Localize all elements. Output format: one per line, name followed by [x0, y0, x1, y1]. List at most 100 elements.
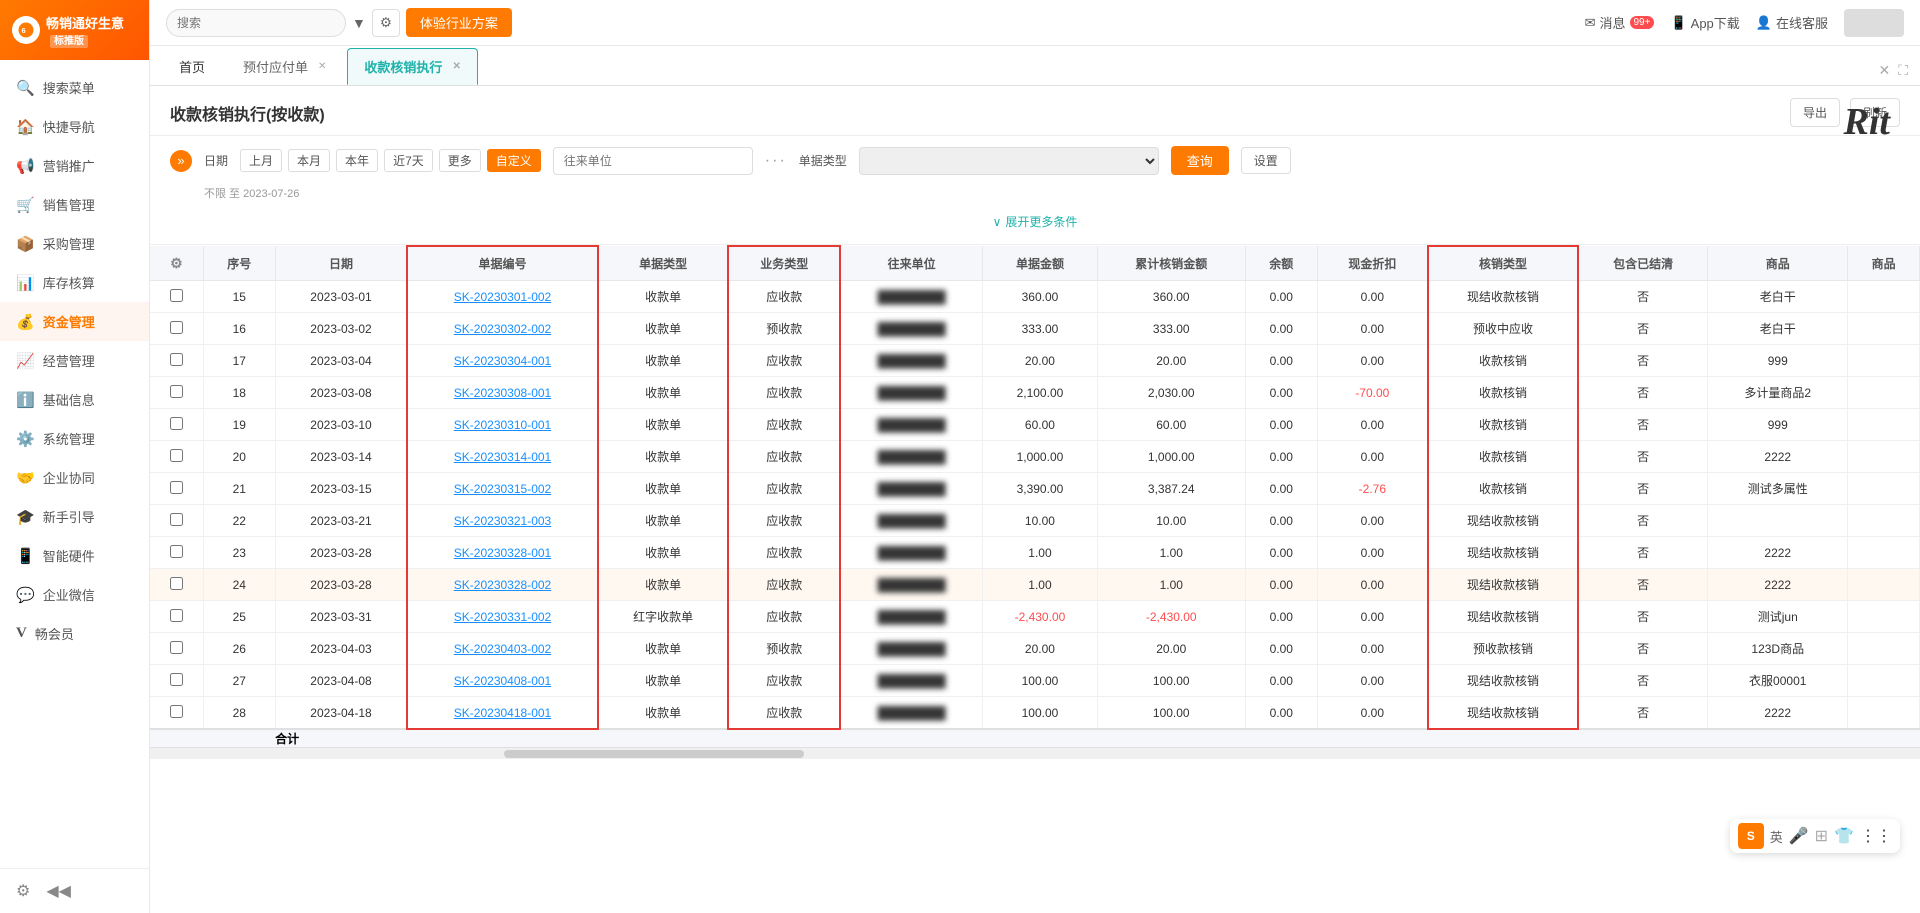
tab-collection[interactable]: 收款核销执行 ✕ — [347, 48, 477, 85]
sidebar-item-marketing[interactable]: 📢 营销推广 — [0, 146, 149, 185]
row-checkbox[interactable] — [150, 697, 203, 730]
row-bill-no[interactable]: SK-20230328-001 — [407, 537, 597, 569]
sidebar-item-inventory[interactable]: 📊 库存核算 — [0, 263, 149, 302]
row-bill-no-link[interactable]: SK-20230302-002 — [454, 322, 551, 336]
close-all-icon[interactable]: ✕ — [1878, 62, 1890, 79]
export-btn[interactable]: 导出 — [1790, 98, 1840, 127]
row-select-checkbox[interactable] — [170, 641, 183, 654]
row-checkbox[interactable] — [150, 409, 203, 441]
float-grid-icon[interactable]: ⊞ — [1815, 826, 1828, 846]
row-bill-no-link[interactable]: SK-20230308-001 — [454, 386, 551, 400]
query-btn[interactable]: 查询 — [1171, 146, 1229, 175]
row-checkbox[interactable] — [150, 505, 203, 537]
expand-more-btn[interactable]: ∨ 展开更多条件 — [993, 213, 1078, 230]
partner-input[interactable] — [553, 147, 753, 175]
collapse-icon[interactable]: ◀◀ — [46, 881, 71, 901]
expand-icon[interactable]: ⛶ — [1898, 62, 1908, 79]
row-bill-no[interactable]: SK-20230328-002 — [407, 569, 597, 601]
tab-preorder[interactable]: 预付应付单 ✕ — [226, 48, 343, 85]
row-bill-no[interactable]: SK-20230314-001 — [407, 441, 597, 473]
float-shirt-icon[interactable]: 👕 — [1834, 826, 1854, 846]
sidebar-item-smart-hw[interactable]: 📱 智能硬件 — [0, 536, 149, 575]
float-apps-icon[interactable]: ⋮⋮ — [1860, 826, 1892, 846]
sidebar-item-vip[interactable]: V 畅会员 — [0, 614, 149, 653]
row-checkbox[interactable] — [150, 569, 203, 601]
row-bill-no[interactable]: SK-20230331-002 — [407, 601, 597, 633]
row-bill-no-link[interactable]: SK-20230328-001 — [454, 546, 551, 560]
sidebar-item-search[interactable]: 🔍 搜索菜单 — [0, 68, 149, 107]
row-checkbox[interactable] — [150, 537, 203, 569]
row-select-checkbox[interactable] — [170, 609, 183, 622]
sidebar-item-operations[interactable]: 📈 经营管理 — [0, 341, 149, 380]
scrollbar-thumb[interactable] — [504, 750, 804, 758]
user-avatar[interactable] — [1844, 9, 1904, 37]
bill-type-select[interactable] — [859, 147, 1159, 175]
this-year-btn[interactable]: 本年 — [336, 149, 378, 172]
row-checkbox[interactable] — [150, 441, 203, 473]
row-bill-no-link[interactable]: SK-20230331-002 — [454, 610, 551, 624]
row-bill-no[interactable]: SK-20230403-002 — [407, 633, 597, 665]
row-bill-no-link[interactable]: SK-20230301-002 — [454, 290, 551, 304]
row-bill-no-link[interactable]: SK-20230328-002 — [454, 578, 551, 592]
search-input[interactable] — [166, 9, 346, 37]
row-select-checkbox[interactable] — [170, 673, 183, 686]
float-mic-icon[interactable]: 🎤 — [1789, 826, 1809, 846]
row-bill-no-link[interactable]: SK-20230304-001 — [454, 354, 551, 368]
row-checkbox[interactable] — [150, 473, 203, 505]
table-settings-btn[interactable]: 设置 — [1241, 147, 1291, 174]
tab-home[interactable]: 首页 — [162, 48, 222, 85]
tab-collection-close[interactable]: ✕ — [452, 61, 460, 72]
sidebar-item-purchase[interactable]: 📦 采购管理 — [0, 224, 149, 263]
row-checkbox[interactable] — [150, 345, 203, 377]
row-bill-no[interactable]: SK-20230321-003 — [407, 505, 597, 537]
row-select-checkbox[interactable] — [170, 513, 183, 526]
row-bill-no[interactable]: SK-20230302-002 — [407, 313, 597, 345]
row-select-checkbox[interactable] — [170, 417, 183, 430]
refresh-btn[interactable]: 刷新 — [1850, 98, 1900, 127]
row-bill-no-link[interactable]: SK-20230310-001 — [454, 418, 551, 432]
row-bill-no-link[interactable]: SK-20230418-001 — [454, 706, 551, 720]
online-service[interactable]: 👤 在线客服 — [1756, 13, 1828, 32]
sidebar-item-corp-wx[interactable]: 💬 企业微信 — [0, 575, 149, 614]
dropdown-btn[interactable]: ▼ — [352, 15, 366, 31]
row-bill-no[interactable]: SK-20230310-001 — [407, 409, 597, 441]
row-checkbox[interactable] — [150, 281, 203, 313]
row-select-checkbox[interactable] — [170, 449, 183, 462]
row-select-checkbox[interactable] — [170, 481, 183, 494]
industry-btn[interactable]: 体验行业方案 — [406, 8, 512, 37]
row-checkbox[interactable] — [150, 601, 203, 633]
sidebar-item-quick-nav[interactable]: 🏠 快捷导航 — [0, 107, 149, 146]
row-select-checkbox[interactable] — [170, 577, 183, 590]
row-select-checkbox[interactable] — [170, 385, 183, 398]
sidebar-item-system[interactable]: ⚙️ 系统管理 — [0, 419, 149, 458]
sidebar-item-sales[interactable]: 🛒 销售管理 — [0, 185, 149, 224]
row-select-checkbox[interactable] — [170, 321, 183, 334]
sidebar-item-finance[interactable]: 💰 资金管理 — [0, 302, 149, 341]
row-bill-no-link[interactable]: SK-20230403-002 — [454, 642, 551, 656]
settings-footer-icon[interactable]: ⚙ — [16, 881, 30, 901]
settings-gear-btn[interactable]: ⚙ — [372, 9, 400, 37]
row-bill-no[interactable]: SK-20230301-002 — [407, 281, 597, 313]
more-date-btn[interactable]: 更多 — [439, 149, 481, 172]
row-bill-no-link[interactable]: SK-20230408-001 — [454, 674, 551, 688]
row-bill-no[interactable]: SK-20230408-001 — [407, 665, 597, 697]
row-bill-no[interactable]: SK-20230418-001 — [407, 697, 597, 730]
message-badge[interactable]: ✉ 消息 99+ — [1585, 13, 1655, 32]
last-7-days-btn[interactable]: 近7天 — [384, 149, 433, 172]
sidebar-item-basic-info[interactable]: ℹ️ 基础信息 — [0, 380, 149, 419]
app-download[interactable]: 📱 App下载 — [1670, 13, 1739, 32]
scrollbar-area[interactable] — [150, 747, 1920, 759]
this-month-btn[interactable]: 本月 — [288, 149, 330, 172]
col-gear[interactable]: ⚙ — [150, 246, 203, 281]
row-select-checkbox[interactable] — [170, 289, 183, 302]
row-checkbox[interactable] — [150, 665, 203, 697]
sidebar-item-guide[interactable]: 🎓 新手引导 — [0, 497, 149, 536]
row-bill-no[interactable]: SK-20230304-001 — [407, 345, 597, 377]
row-bill-no-link[interactable]: SK-20230314-001 — [454, 450, 551, 464]
custom-date-btn[interactable]: 自定义 — [487, 149, 541, 172]
row-select-checkbox[interactable] — [170, 545, 183, 558]
sidebar-item-corp-coop[interactable]: 🤝 企业协同 — [0, 458, 149, 497]
row-select-checkbox[interactable] — [170, 353, 183, 366]
filter-expand-btn[interactable]: » — [170, 150, 192, 172]
row-checkbox[interactable] — [150, 313, 203, 345]
